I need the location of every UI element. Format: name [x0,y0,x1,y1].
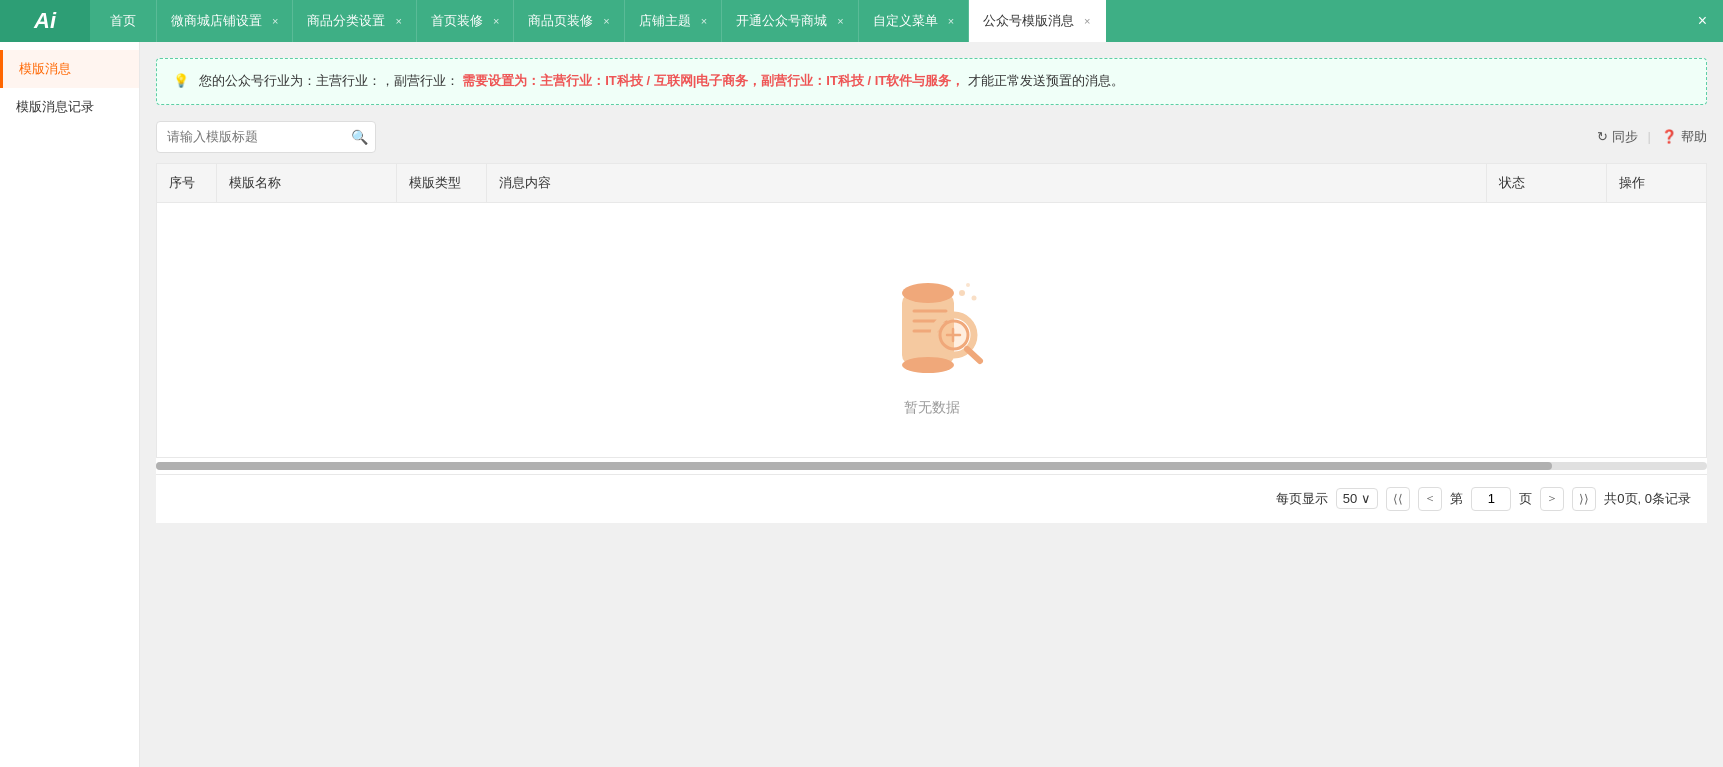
scrollbar-thumb [156,462,1552,470]
total-label: 共0页, 0条记录 [1604,490,1691,508]
tab-openstore-label: 开通公众号商城 [736,12,827,30]
help-button[interactable]: ❓ 帮助 [1661,128,1707,146]
table-wrapper: 序号 模版名称 模版类型 消息内容 状态 操作 [156,163,1707,474]
logo-text: Ai [34,8,56,34]
sidebar-item-template-msg-label: 模版消息 [19,61,71,76]
tab-weishop[interactable]: 微商城店铺设置 × [157,0,293,42]
tab-openstore-close[interactable]: × [837,15,843,27]
col-index: 序号 [157,163,217,202]
tab-category-close[interactable]: × [395,15,401,27]
notice-icon: 💡 [173,73,189,88]
tab-openstore[interactable]: 开通公众号商城 × [722,0,858,42]
next-page-icon: ＞ [1546,490,1558,507]
logo: Ai [0,0,90,42]
sidebar-item-template-msg[interactable]: 模版消息 [0,50,139,88]
tab-productpage[interactable]: 商品页装修 × [514,0,624,42]
tab-homepage-close[interactable]: × [493,15,499,27]
help-label: 帮助 [1681,128,1707,146]
pagination: 每页显示 50 ∨ ⟨⟨ ＜ 第 页 ＞ ⟩⟩ 共0页, 0条记录 [156,474,1707,523]
notice-highlight: 需要设置为：主营行业：IT科技 / 互联网|电子商务，副营行业：IT科技 / I… [462,73,964,88]
window-close-icon: × [1698,12,1707,30]
first-page-icon: ⟨⟨ [1393,492,1403,506]
tab-weishop-close[interactable]: × [272,15,278,27]
svg-point-14 [971,295,976,300]
tab-custommenu[interactable]: 自定义菜单 × [859,0,969,42]
svg-point-13 [966,283,970,287]
tab-homepage-label: 首页装修 [431,12,483,30]
col-content: 消息内容 [487,163,1487,202]
sidebar: 模版消息 模版消息记录 [0,42,140,767]
col-name: 模版名称 [217,163,397,202]
tab-theme-label: 店铺主题 [639,12,691,30]
tab-custommenu-label: 自定义菜单 [873,12,938,30]
tab-productpage-close[interactable]: × [603,15,609,27]
tab-home-label: 首页 [110,12,136,30]
tab-home[interactable]: 首页 [90,0,157,42]
page-size-dropdown-icon: ∨ [1361,491,1371,506]
prev-page-icon: ＜ [1424,490,1436,507]
col-action: 操作 [1607,163,1707,202]
content-area: 💡 您的公众号行业为：主营行业：，副营行业： 需要设置为：主营行业：IT科技 /… [140,42,1723,767]
col-type: 模版类型 [397,163,487,202]
notice-box: 💡 您的公众号行业为：主营行业：，副营行业： 需要设置为：主营行业：IT科技 /… [156,58,1707,105]
tab-template-close[interactable]: × [1084,15,1090,27]
last-page-button[interactable]: ⟩⟩ [1572,487,1596,511]
page-label-pre: 第 [1450,490,1463,508]
tab-productpage-label: 商品页装修 [528,12,593,30]
empty-text: 暂无数据 [904,399,960,417]
notice-prefix: 您的公众号行业为：主营行业：，副营行业： [199,73,459,88]
notice-suffix: 才能正常发送预置的消息。 [968,73,1124,88]
prev-page-button[interactable]: ＜ [1418,487,1442,511]
sidebar-item-template-log-label: 模版消息记录 [16,99,94,114]
horizontal-scrollbar[interactable] [156,462,1707,470]
top-nav: Ai 首页 微商城店铺设置 × 商品分类设置 × 首页装修 × 商品页装修 × … [0,0,1723,42]
tab-category[interactable]: 商品分类设置 × [293,0,416,42]
window-close-button[interactable]: × [1682,0,1723,42]
current-page-input[interactable] [1471,487,1511,511]
nav-tabs: 首页 微商城店铺设置 × 商品分类设置 × 首页装修 × 商品页装修 × 店铺主… [90,0,1682,42]
tab-theme[interactable]: 店铺主题 × [625,0,722,42]
sync-label: 同步 [1612,128,1638,146]
page-label-post: 页 [1519,490,1532,508]
col-status: 状态 [1487,163,1607,202]
empty-state: 暂无数据 [157,203,1706,457]
toolbar-divider: | [1648,129,1651,144]
first-page-button[interactable]: ⟨⟨ [1386,487,1410,511]
page-size-label: 每页显示 [1276,490,1328,508]
last-page-icon: ⟩⟩ [1579,492,1589,506]
tab-weishop-label: 微商城店铺设置 [171,12,262,30]
sync-button[interactable]: ↻ 同步 [1597,128,1638,146]
svg-point-2 [902,283,954,303]
tab-homepage[interactable]: 首页装修 × [417,0,514,42]
sync-icon: ↻ [1597,129,1608,144]
tab-category-label: 商品分类设置 [307,12,385,30]
tab-template[interactable]: 公众号模版消息 × [969,0,1105,42]
empty-row: 暂无数据 [157,202,1707,457]
tab-custommenu-close[interactable]: × [948,15,954,27]
svg-point-3 [902,357,954,373]
svg-line-9 [967,349,980,361]
search-input-wrap: 🔍 [156,121,376,153]
data-table: 序号 模版名称 模版类型 消息内容 状态 操作 [156,163,1707,458]
empty-illustration [872,263,992,383]
sidebar-item-template-log[interactable]: 模版消息记录 [0,88,139,126]
toolbar-right: ↻ 同步 | ❓ 帮助 [1597,128,1707,146]
tab-template-label: 公众号模版消息 [983,12,1074,30]
search-input[interactable] [156,121,376,153]
help-icon: ❓ [1661,129,1677,144]
search-bar: 🔍 ↻ 同步 | ❓ 帮助 [156,121,1707,153]
page-size-select[interactable]: 50 ∨ [1336,488,1378,509]
main-layout: 模版消息 模版消息记录 💡 您的公众号行业为：主营行业：，副营行业： 需要设置为… [0,42,1723,767]
page-size-value: 50 [1343,491,1357,506]
svg-point-12 [959,290,965,296]
next-page-button[interactable]: ＞ [1540,487,1564,511]
tab-theme-close[interactable]: × [701,15,707,27]
search-icon[interactable]: 🔍 [351,129,368,145]
